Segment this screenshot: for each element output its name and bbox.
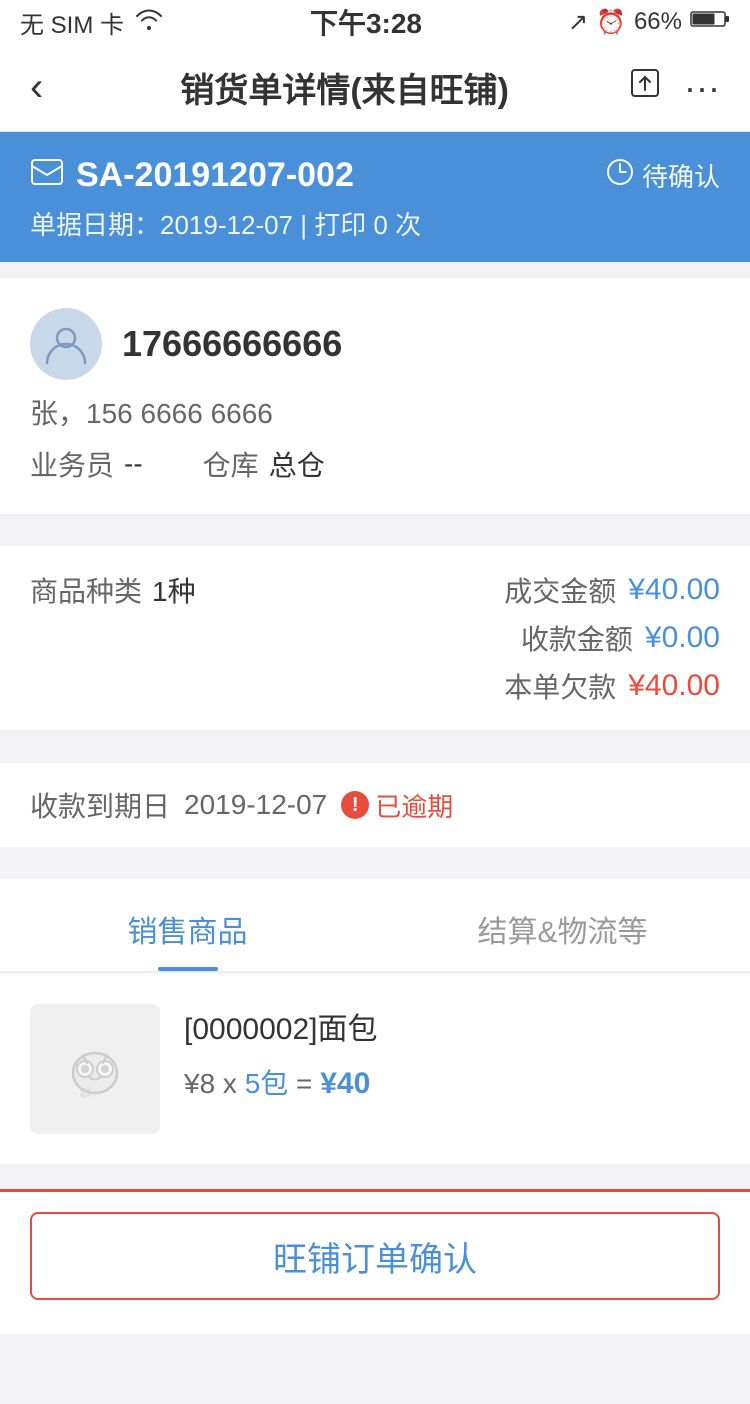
due-date-label: 收款到期日: [30, 785, 170, 825]
product-price: ¥8 x: [184, 1068, 245, 1099]
product-qty: 5包: [245, 1068, 289, 1099]
owed-label: 本单欠款: [504, 666, 616, 706]
status-left: 无 SIM 卡: [20, 5, 164, 40]
status-time: 下午3:28: [310, 2, 422, 42]
product-item: 群+ [0000002]面包 ¥8 x 5包 = ¥40: [30, 1004, 720, 1134]
wifi-icon: [134, 8, 164, 37]
avatar: [30, 308, 102, 380]
divider-1: [0, 514, 750, 530]
summary-right: 成交金额 ¥40.00 收款金额 ¥0.00 本单欠款 ¥40.00: [504, 570, 720, 706]
collected-value: ¥0.00: [645, 621, 720, 655]
tab-products[interactable]: 销售商品: [0, 879, 375, 971]
due-date-value: 2019-12-07: [184, 789, 327, 821]
status-bar: 无 SIM 卡 下午3:28 ↗ ⏰ 66%: [0, 0, 750, 44]
due-section: 收款到期日 2019-12-07 ! 已逾期: [0, 762, 750, 847]
owed-value: ¥40.00: [628, 669, 720, 703]
salesperson-field: 业务员 --: [30, 444, 143, 484]
salesperson-value: --: [124, 448, 143, 480]
product-equals: =: [288, 1068, 320, 1099]
divider-3: [0, 847, 750, 863]
warehouse-field: 仓库 总仓: [203, 444, 325, 484]
collected-row: 收款金额 ¥0.00: [504, 618, 720, 658]
collected-label: 收款金额: [521, 618, 633, 658]
product-price-row: ¥8 x 5包 = ¥40: [184, 1062, 720, 1102]
alarm-icon: ⏰: [596, 8, 626, 37]
warehouse-value: 总仓: [269, 444, 325, 484]
more-button[interactable]: ···: [684, 67, 720, 109]
customer-meta: 业务员 -- 仓库 总仓: [30, 444, 720, 484]
page-title: 销货单详情(来自旺铺): [63, 63, 626, 112]
tabs-container: 销售商品 结算&物流等: [0, 879, 750, 972]
status-text: 待确认: [642, 157, 720, 194]
overdue-text: 已逾期: [375, 787, 453, 824]
salesperson-label: 业务员: [30, 444, 114, 484]
product-section: 群+ [0000002]面包 ¥8 x 5包 = ¥40: [0, 974, 750, 1164]
battery-text: 66%: [634, 8, 682, 36]
warehouse-label: 仓库: [203, 444, 259, 484]
location-icon: ↗: [568, 8, 588, 37]
overdue-icon: !: [341, 791, 369, 819]
product-total: ¥40: [320, 1067, 370, 1100]
product-types-label: 商品种类: [30, 570, 142, 610]
product-info: [0000002]面包 ¥8 x 5包 = ¥40: [184, 1004, 720, 1102]
svg-text:群+: 群+: [80, 1086, 97, 1099]
owed-row: 本单欠款 ¥40.00: [504, 666, 720, 706]
nav-actions: ···: [626, 64, 720, 111]
product-thumbnail: 群+: [30, 1004, 160, 1134]
transaction-label: 成交金额: [504, 570, 616, 610]
order-status: 待确认: [606, 157, 720, 194]
bottom-area: 旺铺订单确认: [0, 1189, 750, 1334]
order-header: SA-20191207-002 待确认 单据日期：2019-12-07 | 打印…: [0, 132, 750, 262]
tabs-row: 销售商品 结算&物流等: [0, 879, 750, 971]
customer-name-info: 张，156 6666 6666: [30, 392, 720, 432]
inbox-icon: [30, 156, 64, 195]
product-types-item: 商品种类 1种: [30, 570, 196, 610]
status-right: ↗ ⏰ 66%: [568, 8, 730, 37]
confirm-button[interactable]: 旺铺订单确认: [30, 1212, 720, 1300]
customer-phone: 17666666666: [122, 323, 342, 365]
transaction-value: ¥40.00: [628, 573, 720, 607]
clock-icon: [606, 158, 634, 193]
no-sim-text: 无 SIM 卡: [20, 5, 124, 40]
transaction-row: 成交金额 ¥40.00: [504, 570, 720, 610]
divider-2: [0, 730, 750, 746]
product-name: [0000002]面包: [184, 1004, 720, 1048]
customer-card: 17666666666 张，156 6666 6666 业务员 -- 仓库 总仓: [0, 278, 750, 514]
product-types-value: 1种: [152, 570, 196, 610]
overdue-badge: ! 已逾期: [341, 787, 453, 824]
order-date: 单据日期：2019-12-07 | 打印 0 次: [30, 205, 720, 242]
share-button[interactable]: [626, 64, 664, 111]
nav-bar: ‹ 销货单详情(来自旺铺) ···: [0, 44, 750, 132]
tab-settlement[interactable]: 结算&物流等: [375, 879, 750, 971]
back-button[interactable]: ‹: [30, 65, 63, 110]
summary-left: 商品种类 1种: [30, 570, 196, 610]
summary-section: 商品种类 1种 成交金额 ¥40.00 收款金额 ¥0.00 本单欠款 ¥40.…: [0, 546, 750, 730]
order-number: SA-20191207-002: [30, 156, 354, 195]
battery-icon: [690, 8, 730, 36]
